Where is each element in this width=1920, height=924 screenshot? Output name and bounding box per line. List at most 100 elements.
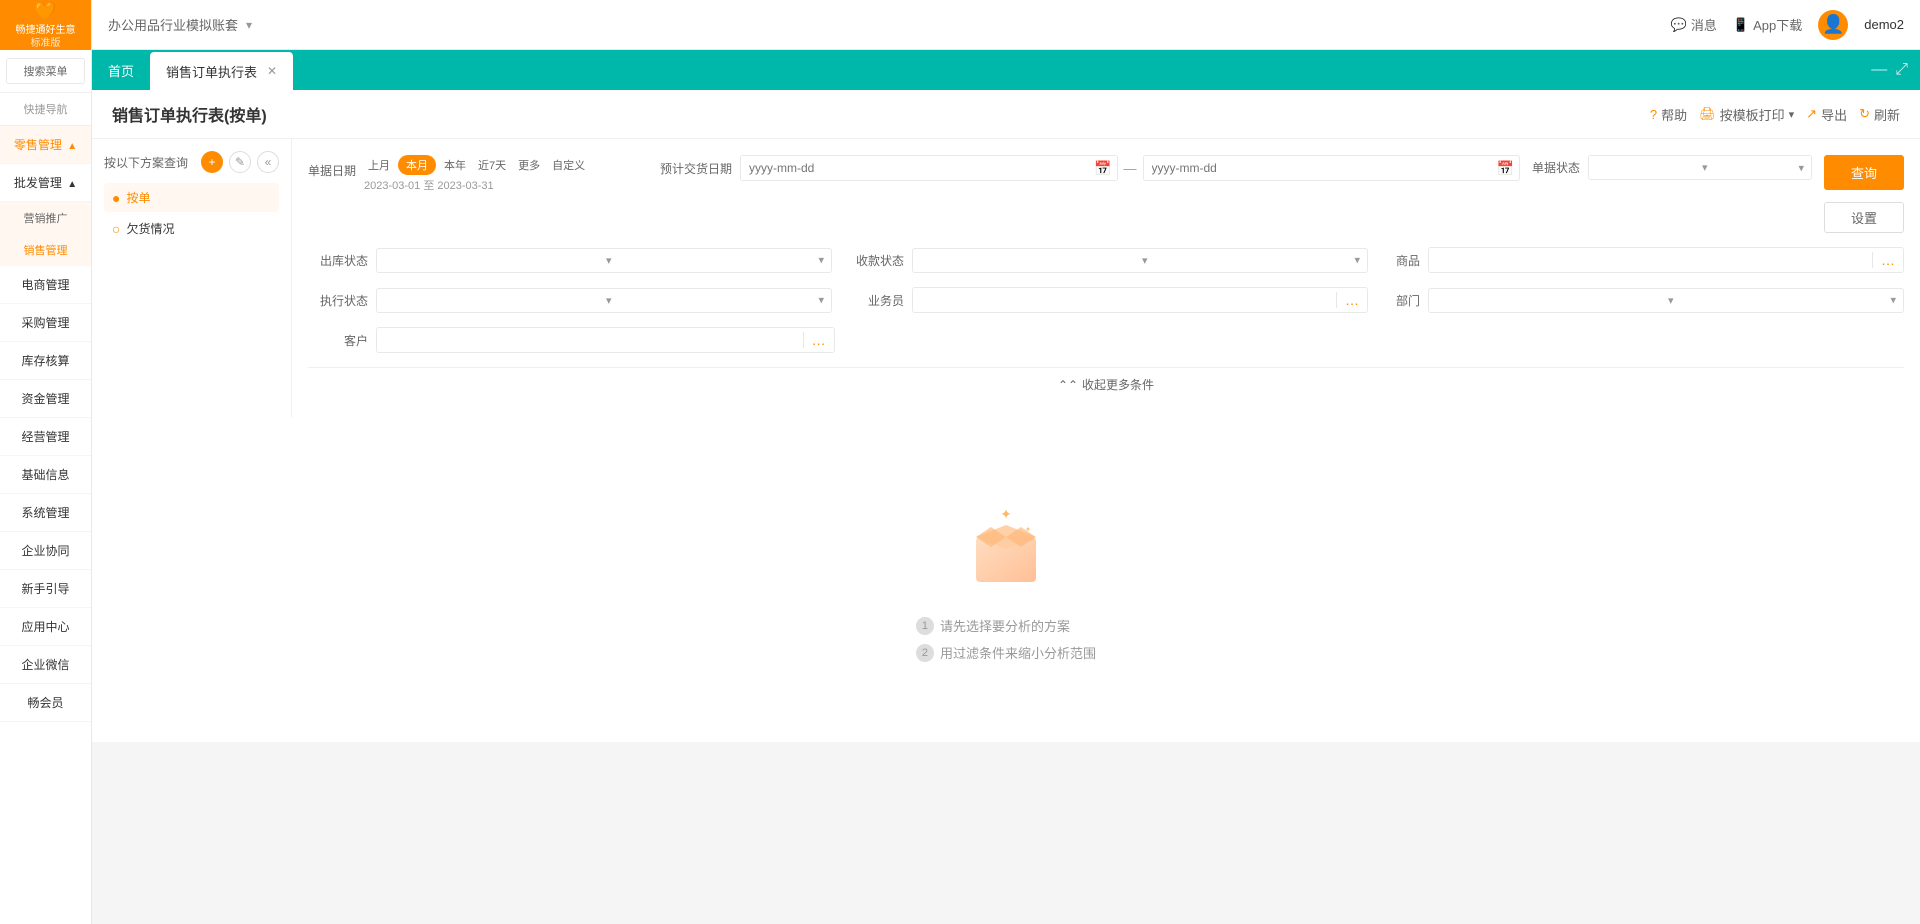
sidebar-logo: 🧡 畅捷通好生意 标准版 [0, 0, 91, 50]
sidebar-sub-item-sales[interactable]: 销售管理 [0, 234, 91, 266]
exec-status-label: 执行状态 [308, 292, 368, 309]
sidebar-item-member[interactable]: 畅会员 [0, 684, 91, 722]
sidebar-item-system[interactable]: 系统管理 [0, 494, 91, 532]
expected-date-to[interactable] [1143, 155, 1521, 181]
order-status-dropdown[interactable]: ▾ [1588, 155, 1812, 180]
sidebar-item-purchase[interactable]: 采购管理 [0, 304, 91, 342]
add-filter-button[interactable]: + [201, 151, 223, 173]
edit-filter-button[interactable]: ✎ [229, 151, 251, 173]
svg-text:✦: ✦ [1025, 525, 1032, 534]
goods-input-wrapper: … [1428, 247, 1904, 273]
print-button[interactable]: 🖨 按模板打印 ▾ [1699, 105, 1794, 124]
tabbar: 首页 销售订单执行表 ✕ — ⤢ [92, 50, 1920, 90]
date-separator: — [1124, 161, 1137, 176]
print-label: 按模板打印 [1720, 105, 1785, 124]
help-button[interactable]: ? 帮助 [1650, 105, 1687, 124]
sidebar-item-newbie[interactable]: 新手引导 [0, 570, 91, 608]
topbar: 办公用品行业模拟账套 ▾ 💬 消息 📱 App下载 👤 demo2 [92, 0, 1920, 50]
topbar-title: 办公用品行业模拟账套 [108, 15, 238, 34]
expected-date-from-calendar-icon[interactable]: 📅 [1094, 160, 1111, 177]
app-download-icon: 📱 [1733, 17, 1749, 33]
quick-nav-button[interactable]: 快捷导航 [0, 93, 91, 126]
sidebar-item-enterprise[interactable]: 企业协同 [0, 532, 91, 570]
message-button[interactable]: 💬 消息 [1671, 15, 1717, 34]
tab-close-icon[interactable]: ✕ [267, 64, 277, 78]
payment-status-label: 收款状态 [844, 252, 904, 269]
refresh-button[interactable]: ↻ 刷新 [1859, 105, 1900, 124]
set-button[interactable]: 设置 [1824, 202, 1904, 233]
sidebar-item-operations[interactable]: 经营管理 [0, 418, 91, 456]
sidebar-item-retail[interactable]: 零售管理 ▲ [0, 126, 91, 164]
date-btn-more[interactable]: 更多 [514, 155, 544, 175]
home-tab-label: 首页 [108, 61, 134, 80]
tab-minimize-icon[interactable]: — [1871, 61, 1887, 79]
query-button[interactable]: 查询 [1824, 155, 1904, 190]
sidebar-sub-item-marketing[interactable]: 营销推广 [0, 202, 91, 234]
sidebar-item-wholesale[interactable]: 批发管理 ▲ [0, 164, 91, 202]
filter-right-panel: 单据日期 上月 本月 本年 近7天 更多 自定义 [292, 139, 1920, 417]
filter-item-by-debt[interactable]: ○ 欠货情况 [104, 214, 279, 243]
search-menu-button[interactable]: 搜索菜单 [6, 58, 85, 84]
salesperson-dots-button[interactable]: … [1336, 292, 1367, 308]
sidebar-item-ecommerce[interactable]: 电商管理 [0, 266, 91, 304]
empty-icon: ✦ ✦ [956, 497, 1056, 597]
user-name[interactable]: demo2 [1864, 17, 1904, 32]
date-btn-current-month[interactable]: 本月 [398, 155, 436, 175]
customer-input-wrapper: … [376, 327, 835, 353]
export-button[interactable]: ↗ 导出 [1806, 105, 1847, 124]
ship-status-arrow: ▾ [606, 254, 823, 267]
goods-input[interactable] [1429, 248, 1872, 272]
salesperson-input-wrapper: … [912, 287, 1368, 313]
sidebar-item-appcenter[interactable]: 应用中心 [0, 608, 91, 646]
help-label: 帮助 [1661, 105, 1687, 124]
filter-area: 按以下方案查询 + ✎ « ● 按单 ○ 欠货情况 [92, 139, 1920, 417]
date-btn-7days[interactable]: 近7天 [474, 155, 510, 175]
collapse-filters-button[interactable]: ⌃⌃ 收起更多条件 [308, 367, 1904, 401]
date-quick-buttons: 上月 本月 本年 近7天 更多 自定义 [364, 155, 589, 175]
sidebar: 🧡 畅捷通好生意 标准版 搜索菜单 快捷导航 零售管理 ▲ 批发管理 ▲ 营销推… [0, 0, 92, 924]
expected-delivery-range: 📅 — 📅 [740, 155, 1520, 181]
filter-item-order-label: 按单 [126, 189, 150, 206]
customer-dots-button[interactable]: … [803, 332, 834, 348]
filter-item-by-order[interactable]: ● 按单 [104, 183, 279, 212]
message-icon: 💬 [1671, 17, 1687, 33]
sidebar-item-inventory[interactable]: 库存核算 [0, 342, 91, 380]
filter-item-debt-label: 欠货情况 [126, 220, 174, 237]
goods-label: 商品 [1380, 252, 1420, 269]
filter-left-panel: 按以下方案查询 + ✎ « ● 按单 ○ 欠货情况 [92, 139, 292, 417]
exec-status-dropdown[interactable]: ▾ [376, 288, 832, 313]
filter-item-order-icon: ● [112, 190, 120, 206]
customer-input[interactable] [377, 328, 803, 352]
page-content: 销售订单执行表(按单) ? 帮助 🖨 按模板打印 ▾ ↗ 导出 [92, 90, 1920, 924]
date-btn-last-month[interactable]: 上月 [364, 155, 394, 175]
goods-dots-button[interactable]: … [1872, 252, 1903, 268]
tip-num-2: 2 [916, 644, 934, 662]
dept-dropdown[interactable]: ▾ [1428, 288, 1904, 313]
date-filter-wrapper: 上月 本月 本年 近7天 更多 自定义 2023-03-01 至 2023-03… [364, 155, 589, 193]
tab-sales-exec[interactable]: 销售订单执行表 ✕ [150, 52, 293, 90]
ship-status-dropdown[interactable]: ▾ [376, 248, 832, 273]
date-btn-custom[interactable]: 自定义 [548, 155, 589, 175]
dept-arrow: ▾ [1668, 294, 1895, 307]
user-avatar[interactable]: 👤 [1818, 10, 1848, 40]
order-status-wrapper: ▾ [1588, 155, 1812, 180]
tab-maximize-icon[interactable]: ⤢ [1895, 61, 1908, 79]
topbar-left: 办公用品行业模拟账套 ▾ [108, 15, 252, 34]
page-actions: ? 帮助 🖨 按模板打印 ▾ ↗ 导出 ↻ 刷新 [1650, 105, 1900, 124]
topbar-dropdown-icon[interactable]: ▾ [246, 18, 252, 32]
print-dropdown-icon: ▾ [1789, 108, 1795, 121]
salesperson-input[interactable] [913, 288, 1336, 312]
date-btn-current-year[interactable]: 本年 [440, 155, 470, 175]
expected-date-to-calendar-icon[interactable]: 📅 [1497, 160, 1514, 177]
ship-status-wrapper: ▾ [376, 248, 832, 273]
sidebar-item-wechat[interactable]: 企业微信 [0, 646, 91, 684]
exec-status-arrow: ▾ [606, 294, 823, 307]
app-download-button[interactable]: 📱 App下载 [1733, 15, 1802, 34]
sidebar-item-basic[interactable]: 基础信息 [0, 456, 91, 494]
tab-home[interactable]: 首页 [92, 50, 150, 90]
sidebar-item-finance[interactable]: 资金管理 [0, 380, 91, 418]
collapse-filter-button[interactable]: « [257, 151, 279, 173]
refresh-icon: ↻ [1859, 106, 1870, 122]
payment-status-dropdown[interactable]: ▾ [912, 248, 1368, 273]
expected-date-from[interactable] [740, 155, 1118, 181]
